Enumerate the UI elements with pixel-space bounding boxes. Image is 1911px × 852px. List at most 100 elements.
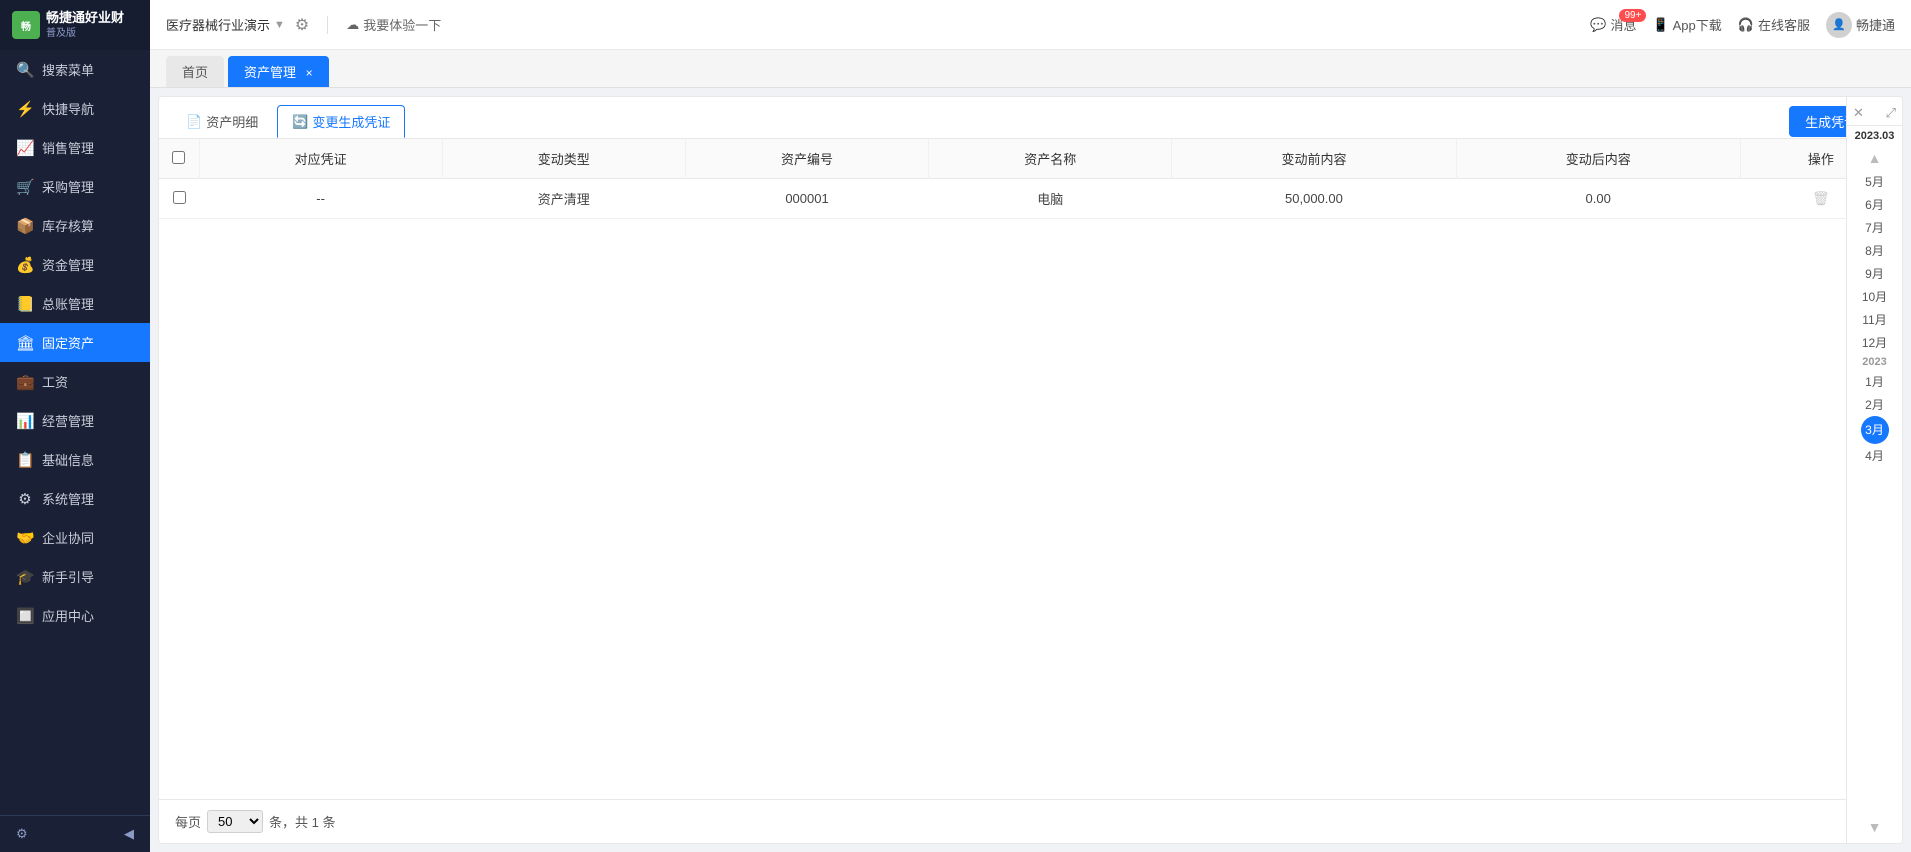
month-item-9[interactable]: 9月 — [1847, 262, 1902, 285]
quick-nav-icon: ⚡ — [16, 100, 34, 118]
month-item-1[interactable]: 1月 — [1847, 370, 1902, 393]
sub-tab-change-voucher-label: 变更生成凭证 — [312, 112, 390, 131]
sidebar-item-purchase[interactable]: 🛒 采购管理 — [0, 167, 150, 206]
select-all-checkbox[interactable] — [172, 151, 185, 164]
sidebar-item-quick-nav[interactable]: ⚡ 快捷导航 — [0, 89, 150, 128]
delete-row-icon[interactable]: 🗑 — [1812, 190, 1830, 206]
sidebar-item-business[interactable]: 📊 经营管理 — [0, 401, 150, 440]
content-inner: 📄 资产明细 🔄 变更生成凭证 生成凭证 ▼ — [159, 97, 1902, 843]
topbar: 医疗器械行业演示 ▼ ⚙ ☁ 我要体验一下 💬 消息 99+ 📱 App下载 🎧… — [150, 0, 1911, 50]
sidebar-menu: 🔍 搜索菜单 ⚡ 快捷导航 📈 销售管理 🛒 采购管理 📦 库存核算 💰 资金管… — [0, 50, 150, 815]
sub-tab-change-voucher[interactable]: 🔄 变更生成凭证 — [277, 105, 405, 138]
sidebar-item-label: 库存核算 — [42, 216, 94, 235]
logo-icon: 畅 — [12, 11, 40, 39]
tab-close-icon[interactable]: × — [306, 66, 313, 80]
guide-icon: 🎓 — [16, 568, 34, 586]
user-profile[interactable]: 👤 畅捷通 — [1826, 12, 1895, 38]
try-text: 我要体验一下 — [363, 15, 441, 34]
phone-icon: 📱 — [1652, 17, 1668, 33]
tab-asset-management[interactable]: 资产管理 × — [228, 56, 329, 87]
sidebar-item-label: 企业协同 — [42, 528, 94, 547]
sales-icon: 📈 — [16, 139, 34, 157]
month-item-12[interactable]: 12月 — [1847, 331, 1902, 354]
change-voucher-icon: 🔄 — [292, 114, 308, 130]
settings-icon[interactable]: ⚙ — [16, 826, 28, 842]
tabs-row: 首页 资产管理 × — [150, 50, 1911, 88]
sidebar-item-label: 基础信息 — [42, 450, 94, 469]
sidebar-item-fixed-assets[interactable]: 🏛 固定资产 — [0, 323, 150, 362]
company-selector[interactable]: 医疗器械行业演示 ▼ — [166, 15, 285, 34]
sidebar-item-app-center[interactable]: 🔲 应用中心 — [0, 596, 150, 635]
sidebar-item-label: 应用中心 — [42, 606, 94, 625]
month-item-8[interactable]: 8月 — [1847, 239, 1902, 262]
sidebar-item-label: 工资 — [42, 372, 68, 391]
per-page-select[interactable]: 50 100 — [207, 810, 263, 833]
logo-sub: 普及版 — [46, 27, 124, 40]
sidebar-item-sales[interactable]: 📈 销售管理 — [0, 128, 150, 167]
sidebar-item-ledger[interactable]: 📒 总账管理 — [0, 284, 150, 323]
sidebar: 畅 畅捷通好业财 普及版 🔍 搜索菜单 ⚡ 快捷导航 📈 销售管理 🛒 采购管理… — [0, 0, 150, 852]
per-page-label: 每页 — [175, 812, 201, 831]
try-feature[interactable]: ☁ 我要体验一下 — [346, 15, 441, 34]
scroll-up-button[interactable]: ▲ — [1847, 146, 1902, 170]
app-download-button[interactable]: 📱 App下载 — [1652, 15, 1721, 34]
sidebar-item-funds[interactable]: 💰 资金管理 — [0, 245, 150, 284]
search-icon: 🔍 — [16, 61, 34, 79]
sidebar-item-label: 资金管理 — [42, 255, 94, 274]
topbar-right: 💬 消息 99+ 📱 App下载 🎧 在线客服 👤 畅捷通 — [1590, 12, 1895, 38]
app-center-icon: 🔲 — [16, 607, 34, 625]
main-area: 医疗器械行业演示 ▼ ⚙ ☁ 我要体验一下 💬 消息 99+ 📱 App下载 🎧… — [150, 0, 1911, 852]
sidebar-item-enterprise[interactable]: 🤝 企业协同 — [0, 518, 150, 557]
col-voucher: 对应凭证 — [199, 139, 442, 179]
sub-tab-asset-detail[interactable]: 📄 资产明细 — [171, 105, 273, 138]
month-item-3[interactable]: 3月 — [1861, 416, 1889, 444]
cell-change-type: 资产清理 — [442, 179, 685, 219]
month-item-2[interactable]: 2月 — [1847, 393, 1902, 416]
select-all-header — [159, 139, 199, 179]
cell-voucher: -- — [199, 179, 442, 219]
sidebar-item-guide[interactable]: 🎓 新手引导 — [0, 557, 150, 596]
scroll-down-button[interactable]: ▼ — [1847, 815, 1902, 839]
logo-title: 畅捷通好业财 — [46, 10, 124, 27]
row-checkbox[interactable] — [173, 191, 186, 204]
sub-tab-asset-detail-label: 资产明细 — [206, 112, 258, 131]
headset-icon: 🎧 — [1738, 17, 1754, 33]
year-2023-label: 2023 — [1847, 354, 1902, 370]
sidebar-item-system[interactable]: ⚙ 系统管理 — [0, 479, 150, 518]
month-item-7[interactable]: 7月 — [1847, 216, 1902, 239]
sidebar-item-label: 销售管理 — [42, 138, 94, 157]
sidebar-item-basic-info[interactable]: 📋 基础信息 — [0, 440, 150, 479]
cell-after: 0.00 — [1456, 179, 1740, 219]
ledger-icon: 📒 — [16, 295, 34, 313]
pagination: 每页 50 100 条，共 1 条 — [159, 799, 1902, 843]
month-item-10[interactable]: 10月 — [1847, 285, 1902, 308]
message-badge: 99+ — [1619, 9, 1646, 22]
panel-close-icon[interactable]: ✕ — [1853, 105, 1864, 121]
tab-home[interactable]: 首页 — [166, 56, 224, 87]
month-item-6[interactable]: 6月 — [1847, 193, 1902, 216]
panel-expand-icon[interactable]: ⤢ — [1886, 105, 1896, 121]
sidebar-item-inventory[interactable]: 📦 库存核算 — [0, 206, 150, 245]
month-item-5[interactable]: 5月 — [1847, 170, 1902, 193]
cell-asset-name: 电脑 — [929, 179, 1172, 219]
col-before: 变动前内容 — [1172, 139, 1456, 179]
month-item-4[interactable]: 4月 — [1847, 444, 1902, 467]
basic-info-icon: 📋 — [16, 451, 34, 469]
cloud-icon: ☁ — [346, 17, 359, 33]
salary-icon: 💼 — [16, 373, 34, 391]
settings-gear-icon[interactable]: ⚙ — [295, 15, 309, 35]
row-checkbox-cell — [159, 179, 199, 219]
table-row: -- 资产清理 000001 电脑 50,000.00 0.00 🗑 — [159, 179, 1902, 219]
business-icon: 📊 — [16, 412, 34, 430]
message-button[interactable]: 💬 消息 99+ — [1590, 15, 1636, 34]
tab-home-label: 首页 — [182, 65, 208, 80]
month-item-11[interactable]: 11月 — [1847, 308, 1902, 331]
collapse-icon[interactable]: ◀ — [124, 826, 134, 842]
sidebar-item-salary[interactable]: 💼 工资 — [0, 362, 150, 401]
sidebar-logo: 畅 畅捷通好业财 普及版 — [0, 0, 150, 50]
topbar-divider — [327, 16, 328, 34]
sidebar-item-search[interactable]: 🔍 搜索菜单 — [0, 50, 150, 89]
online-service-button[interactable]: 🎧 在线客服 — [1738, 15, 1810, 34]
current-period-display: 2023.03 — [1853, 126, 1897, 146]
company-dropdown-icon: ▼ — [274, 19, 285, 31]
